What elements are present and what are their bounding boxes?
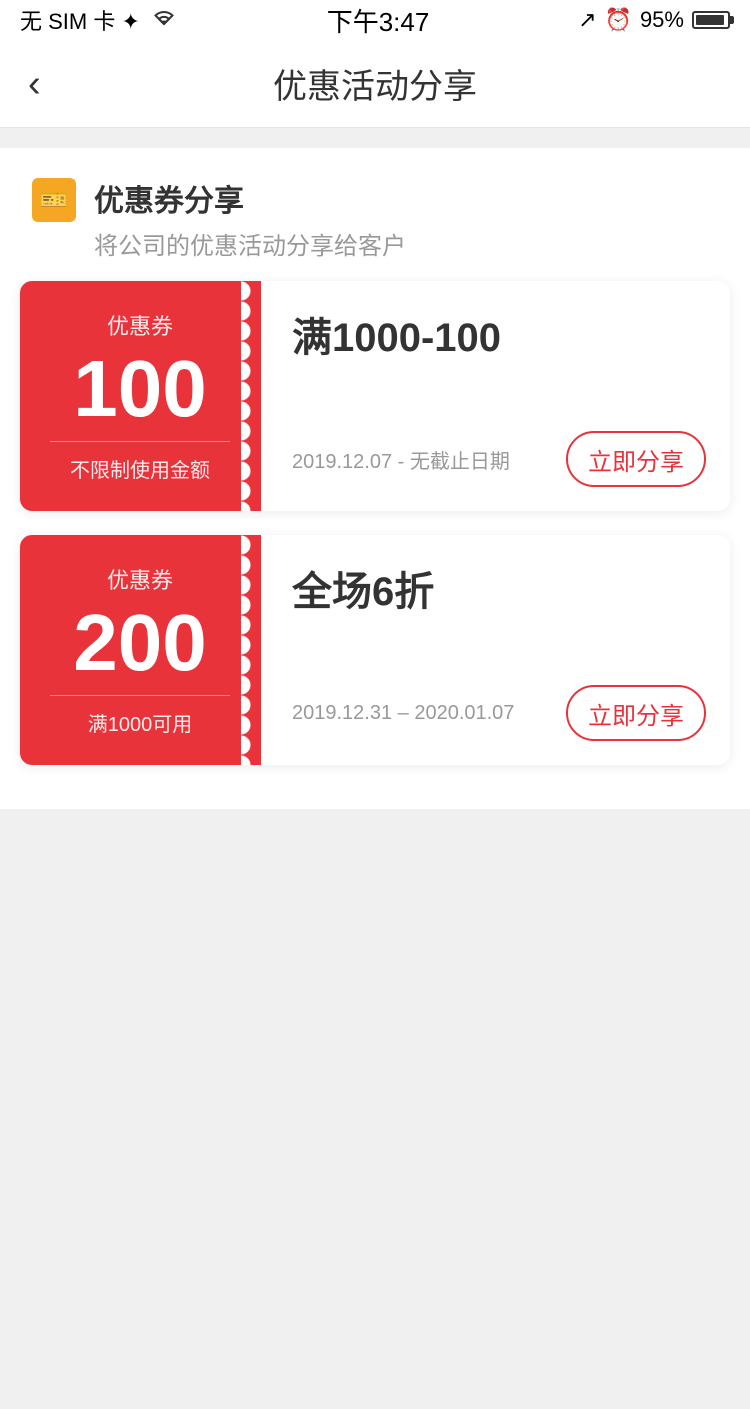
page-title: 优惠活动分享 [273, 59, 477, 108]
coupon-date-2: 2019.12.31 – 2020.01.07 [292, 702, 550, 725]
coupon-item-2: 优惠券 200 满1000可用 全场6折 2019.12.31 – 2020.0… [20, 535, 730, 765]
section-divider [0, 128, 750, 148]
coupon-divider-2 [50, 695, 230, 696]
coupon-bottom-1: 2019.12.07 - 无截止日期 立即分享 [292, 431, 706, 487]
status-left: 无 SIM 卡 ✦ [20, 4, 178, 36]
nav-bar: ‹ 优惠活动分享 [0, 40, 750, 128]
coupon-left-2: 优惠券 200 满1000可用 [20, 535, 260, 765]
coupon-label-2: 优惠券 [107, 563, 173, 595]
wifi-icon [150, 6, 178, 34]
location-icon: ↗ [578, 7, 596, 33]
section-icon: 🎫 [30, 176, 78, 224]
battery-percent: 95% [640, 7, 684, 33]
alarm-icon: ⏰ [605, 7, 632, 33]
share-button-2[interactable]: 立即分享 [566, 685, 706, 741]
coupon-right-1: 满1000-100 2019.12.07 - 无截止日期 立即分享 [260, 281, 730, 511]
coupon-item: 优惠券 100 不限制使用金额 满1000-100 2019.12.07 - 无… [20, 281, 730, 511]
status-bar: 无 SIM 卡 ✦ 下午3:47 ↗ ⏰ 95% [0, 0, 750, 40]
coupon-label-1: 优惠券 [107, 309, 173, 341]
coupon-bottom-2: 2019.12.31 – 2020.01.07 立即分享 [292, 685, 706, 741]
coupon-divider-1 [50, 441, 230, 442]
section-heading: 优惠券分享 [94, 176, 406, 220]
coupon-date-1: 2019.12.07 - 无截止日期 [292, 445, 550, 474]
coupon-icon: 🎫 [32, 178, 76, 222]
coupon-name-2: 全场6折 [292, 559, 706, 617]
status-time: 下午3:47 [327, 2, 430, 39]
sim-label: 无 SIM 卡 ✦ [20, 4, 140, 36]
section-header: 🎫 优惠券分享 将公司的优惠活动分享给客户 [0, 148, 750, 281]
coupon-right-2: 全场6折 2019.12.31 – 2020.01.07 立即分享 [260, 535, 730, 765]
coupon-list: 优惠券 100 不限制使用金额 满1000-100 2019.12.07 - 无… [0, 281, 750, 809]
coupon-amount-1: 100 [73, 349, 206, 429]
coupon-condition-1: 不限制使用金额 [70, 454, 210, 483]
back-button[interactable]: ‹ [28, 65, 41, 103]
coupon-condition-2: 满1000可用 [88, 708, 193, 737]
coupon-left-1: 优惠券 100 不限制使用金额 [20, 281, 260, 511]
section-subtext: 将公司的优惠活动分享给客户 [94, 226, 406, 261]
share-button-1[interactable]: 立即分享 [566, 431, 706, 487]
section-text: 优惠券分享 将公司的优惠活动分享给客户 [94, 176, 406, 261]
status-right: ↗ ⏰ 95% [578, 7, 730, 33]
battery-icon [692, 11, 730, 29]
bottom-space [0, 809, 750, 1409]
coupon-name-1: 满1000-100 [292, 305, 706, 363]
coupon-amount-2: 200 [73, 603, 206, 683]
